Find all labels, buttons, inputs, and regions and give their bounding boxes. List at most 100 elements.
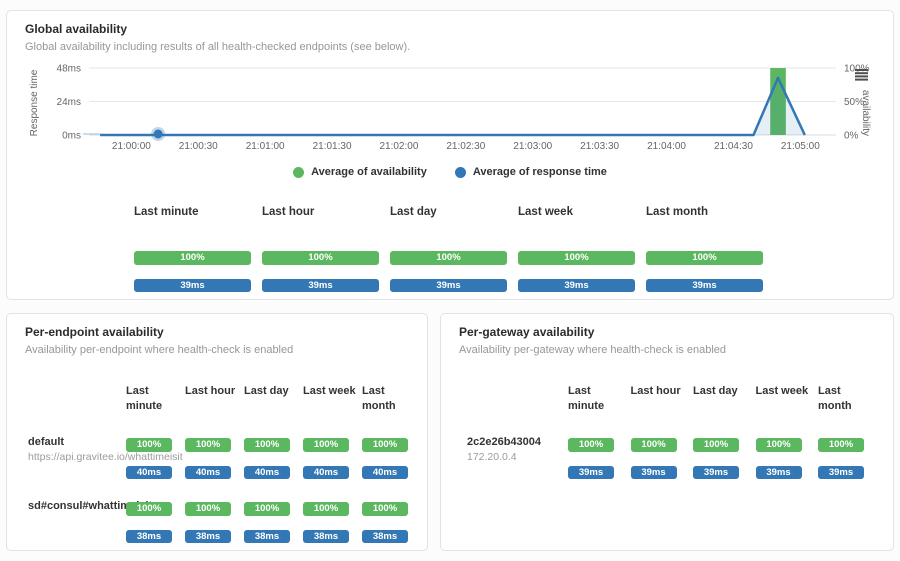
row-name: default xyxy=(28,436,64,448)
response-time-badge: 39ms xyxy=(390,279,507,292)
global-availability-panel: Global availability Global availability … xyxy=(6,10,894,300)
y-left-tick: 48ms xyxy=(57,64,81,75)
response-time-badge: 38ms xyxy=(244,530,290,543)
panel-title: Per-endpoint availability xyxy=(25,325,164,339)
stat-group-last-hour: Last hour100%39ms xyxy=(262,206,379,218)
availability-badge: 100% xyxy=(262,251,379,265)
availability-chart: 0ms24ms48ms0%50%100%Response timeavailab… xyxy=(7,57,895,163)
availability-badge: 100% xyxy=(631,438,677,452)
chart-legend: Average of availability Average of respon… xyxy=(7,166,893,178)
stat-label: Last hour xyxy=(262,206,379,218)
availability-badge: 100% xyxy=(134,251,251,265)
stat-label: Last minute xyxy=(134,206,251,218)
response-time-badge: 40ms xyxy=(185,466,231,479)
column-header: Last week xyxy=(303,384,361,399)
availability-badge: 100% xyxy=(518,251,635,265)
per-gateway-availability-panel: Per-gateway availability Availability pe… xyxy=(440,313,894,551)
response-time-line xyxy=(100,78,805,135)
x-tick: 21:02:00 xyxy=(379,141,418,152)
legend-label: Average of availability xyxy=(311,166,427,178)
row-detail: https://api.gravitee.io/whattimeisit xyxy=(28,451,183,463)
availability-badge: 100% xyxy=(568,438,614,452)
availability-badge: 100% xyxy=(244,502,290,516)
response-time-badge: 39ms xyxy=(631,466,677,479)
row-detail: 172.20.0.4 xyxy=(467,451,517,463)
column-header: Last hour xyxy=(185,384,243,399)
availability-badge: 100% xyxy=(756,438,802,452)
panel-subtitle: Global availability including results of… xyxy=(25,41,410,53)
response-time-badge: 38ms xyxy=(126,530,172,543)
data-point-marker xyxy=(154,130,163,139)
x-tick: 21:02:30 xyxy=(446,141,485,152)
x-tick: 21:03:30 xyxy=(580,141,619,152)
availability-badge: 100% xyxy=(693,438,739,452)
y-left-tick: 0ms xyxy=(62,131,81,142)
x-tick: 21:05:00 xyxy=(781,141,820,152)
x-tick: 21:00:30 xyxy=(179,141,218,152)
response-time-badge: 40ms xyxy=(126,466,172,479)
availability-badge: 100% xyxy=(303,502,349,516)
y-left-axis-title: Response time xyxy=(29,69,40,136)
availability-badge: 100% xyxy=(646,251,763,265)
availability-badge: 100% xyxy=(126,502,172,516)
y-right-tick: 0% xyxy=(844,131,859,142)
column-header: Last minute xyxy=(568,384,626,414)
legend-label: Average of response time xyxy=(473,166,607,178)
stat-label: Last week xyxy=(518,206,635,218)
stat-label: Last day xyxy=(390,206,507,218)
y-left-tick: 24ms xyxy=(57,97,81,108)
panel-title: Per-gateway availability xyxy=(459,325,594,339)
x-tick: 21:04:30 xyxy=(714,141,753,152)
availability-badge: 100% xyxy=(390,251,507,265)
legend-dot-icon xyxy=(293,167,304,178)
x-tick: 21:01:30 xyxy=(313,141,352,152)
column-header: Last week xyxy=(756,384,814,399)
availability-badge: 100% xyxy=(185,438,231,452)
panel-subtitle: Availability per-gateway where health-ch… xyxy=(459,344,726,356)
column-header: Last minute xyxy=(126,384,184,414)
response-time-badge: 39ms xyxy=(756,466,802,479)
response-time-badge: 39ms xyxy=(568,466,614,479)
availability-badge: 100% xyxy=(126,438,172,452)
y-right-axis-title: availability xyxy=(860,90,871,136)
response-time-badge: 40ms xyxy=(362,466,408,479)
x-tick: 21:01:00 xyxy=(246,141,285,152)
x-tick: 21:00:00 xyxy=(112,141,151,152)
stat-group-last-month: Last month100%39ms xyxy=(646,206,763,218)
response-time-badge: 40ms xyxy=(303,466,349,479)
response-time-badge: 38ms xyxy=(362,530,408,543)
per-endpoint-availability-panel: Per-endpoint availability Availability p… xyxy=(6,313,428,551)
column-header: Last hour xyxy=(631,384,689,399)
availability-badge: 100% xyxy=(185,502,231,516)
panel-subtitle: Availability per-endpoint where health-c… xyxy=(25,344,293,356)
availability-badge: 100% xyxy=(362,502,408,516)
availability-badge: 100% xyxy=(244,438,290,452)
stat-group-last-day: Last day100%39ms xyxy=(390,206,507,218)
response-time-badge: 38ms xyxy=(303,530,349,543)
response-time-badge: 39ms xyxy=(818,466,864,479)
response-time-badge: 39ms xyxy=(646,279,763,292)
x-tick: 21:03:00 xyxy=(513,141,552,152)
stat-group-last-week: Last week100%39ms xyxy=(518,206,635,218)
response-time-badge: 39ms xyxy=(693,466,739,479)
stat-label: Last month xyxy=(646,206,763,218)
availability-badge: 100% xyxy=(303,438,349,452)
response-time-badge: 39ms xyxy=(518,279,635,292)
legend-item[interactable]: Average of response time xyxy=(455,166,607,178)
legend-dot-icon xyxy=(455,167,466,178)
response-time-badge: 39ms xyxy=(262,279,379,292)
response-time-badge: 39ms xyxy=(134,279,251,292)
availability-badge: 100% xyxy=(818,438,864,452)
row-name: 2c2e26b43004 xyxy=(467,436,541,448)
column-header: Last day xyxy=(244,384,302,399)
stat-group-last-minute: Last minute100%39ms xyxy=(134,206,251,218)
panel-title: Global availability xyxy=(25,22,127,36)
response-time-badge: 40ms xyxy=(244,466,290,479)
chart-menu-icon[interactable] xyxy=(855,69,868,81)
response-time-area xyxy=(100,78,805,135)
column-header: Last day xyxy=(693,384,751,399)
column-header: Last month xyxy=(818,384,876,414)
x-tick: 21:04:00 xyxy=(647,141,686,152)
response-time-badge: 38ms xyxy=(185,530,231,543)
legend-item[interactable]: Average of availability xyxy=(293,166,427,178)
